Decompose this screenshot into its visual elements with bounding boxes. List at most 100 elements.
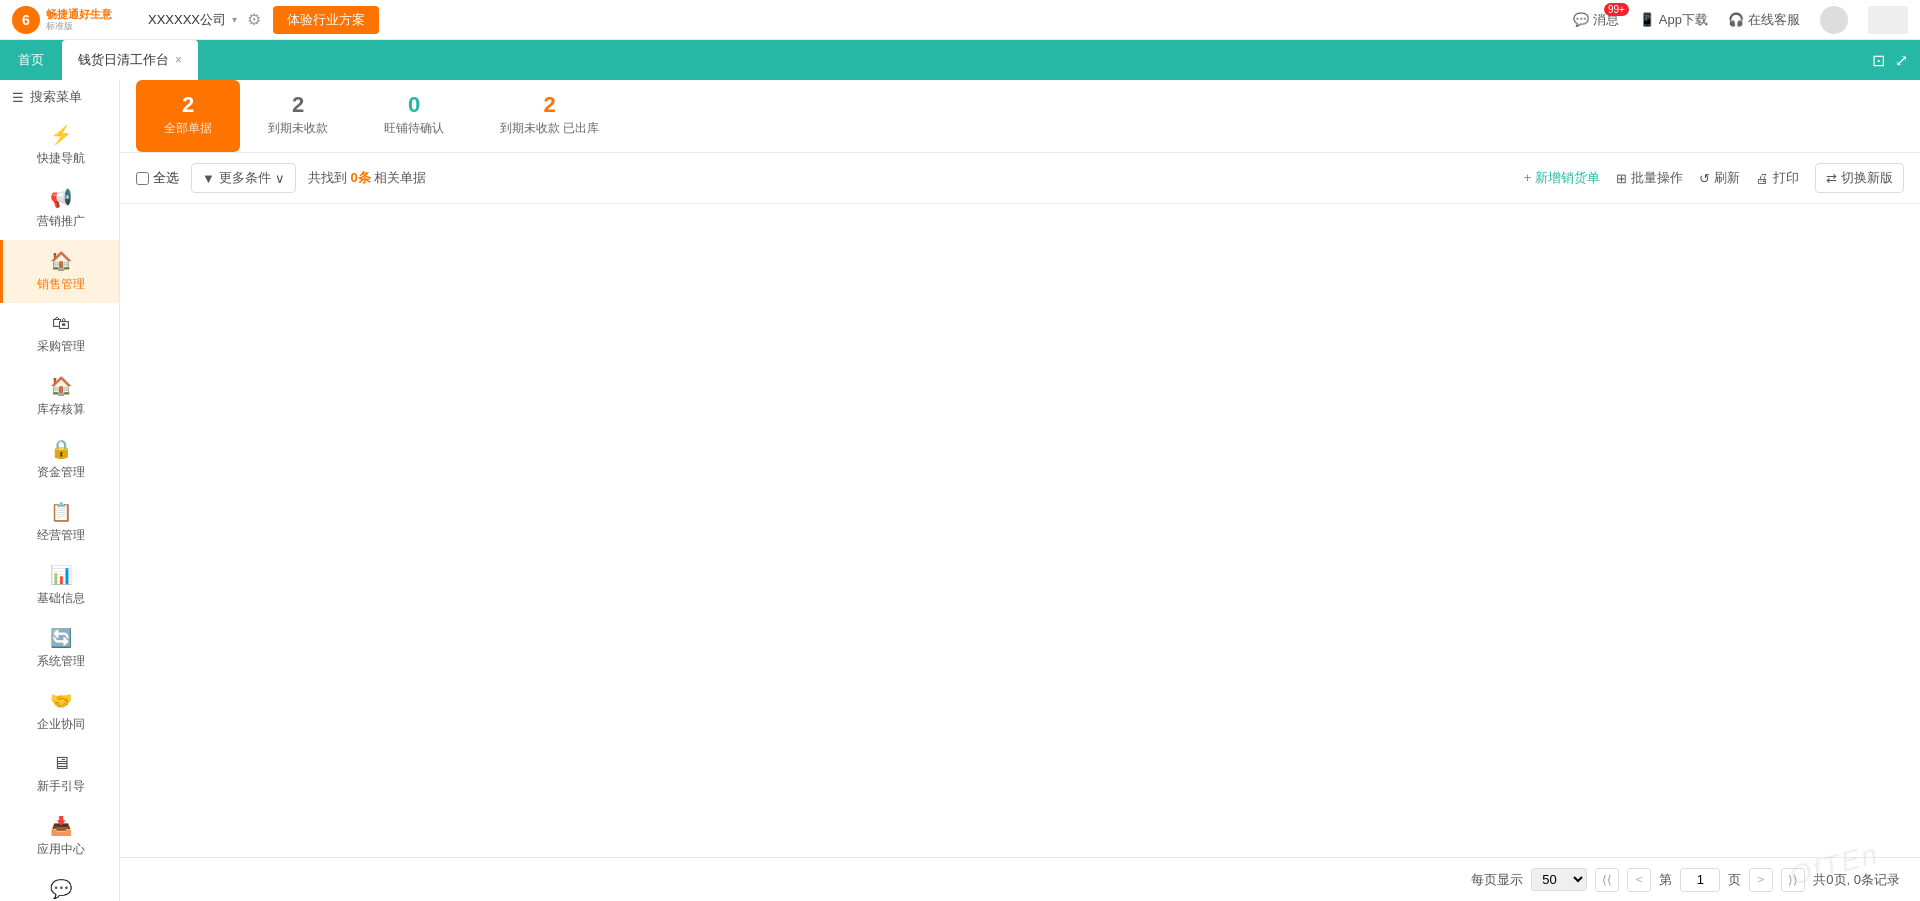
sidebar-item-sales[interactable]: 🏠 销售管理 bbox=[0, 240, 119, 303]
found-prefix: 共找到 bbox=[308, 170, 347, 185]
page-size-select[interactable]: 50 20 100 bbox=[1531, 868, 1587, 891]
last-page-button[interactable]: ⟩⟩ bbox=[1781, 868, 1805, 892]
search-menu-item[interactable]: ☰ 搜索菜单 bbox=[0, 80, 119, 114]
settings-icon[interactable]: ⚙ bbox=[247, 10, 261, 29]
filter-chevron-icon: ∨ bbox=[275, 171, 285, 186]
tab-workbench-label: 钱货日清工作台 bbox=[78, 51, 169, 69]
refresh-label: 刷新 bbox=[1714, 169, 1740, 187]
company-name: XXXXXX公司 bbox=[148, 11, 226, 29]
prev-page-button[interactable]: ＜ bbox=[1627, 868, 1651, 892]
stat-tab-all[interactable]: 2 全部单据 bbox=[136, 80, 240, 152]
switch-icon: ⇄ bbox=[1826, 171, 1837, 186]
filter-button[interactable]: ▼ 更多条件 ∨ bbox=[191, 163, 296, 193]
found-count: 0条 bbox=[351, 170, 371, 185]
table-area bbox=[120, 204, 1920, 857]
sidebar-item-marketing[interactable]: 📢 营销推广 bbox=[0, 177, 119, 240]
sidebar-item-inventory[interactable]: 🏠 库存核算 bbox=[0, 365, 119, 428]
sidebar-item-quick-nav[interactable]: ⚡ 快捷导航 bbox=[0, 114, 119, 177]
search-menu-label: 搜索菜单 bbox=[30, 88, 82, 106]
marketing-label: 营销推广 bbox=[37, 213, 85, 230]
guide-icon: 🖥 bbox=[52, 753, 70, 774]
logo-sub-text: 标准版 bbox=[46, 21, 112, 32]
online-service-label: 在线客服 bbox=[1748, 11, 1800, 29]
select-all-checkbox[interactable] bbox=[136, 172, 149, 185]
enterprise-icon: 🤝 bbox=[50, 690, 72, 712]
online-service-action[interactable]: 🎧 在线客服 bbox=[1728, 11, 1800, 29]
sidebar-item-system[interactable]: 🔄 系统管理 bbox=[0, 617, 119, 680]
message-action[interactable]: 💬 消息 99+ bbox=[1573, 11, 1619, 29]
batch-icon: ⊞ bbox=[1616, 171, 1627, 186]
user-name-area[interactable] bbox=[1868, 6, 1908, 34]
system-icon: 🔄 bbox=[50, 627, 72, 649]
tab-minimize-icon[interactable]: ⊡ bbox=[1872, 51, 1885, 70]
found-suffix: 相关单据 bbox=[374, 170, 426, 185]
first-page-button[interactable]: ⟨⟨ bbox=[1595, 868, 1619, 892]
stat-pending-number: 0 bbox=[408, 92, 420, 118]
top-header: 6 畅捷通好生意 标准版 XXXXXX公司 ▾ ⚙ 体验行业方案 💬 消息 99… bbox=[0, 0, 1920, 40]
stat-all-number: 2 bbox=[182, 92, 194, 118]
sidebar: ☰ 搜索菜单 ⚡ 快捷导航 📢 营销推广 🏠 销售管理 🛍 采购管理 🏠 库存核… bbox=[0, 80, 120, 901]
sidebar-item-basic-info[interactable]: 📊 基础信息 bbox=[0, 554, 119, 617]
basic-info-label: 基础信息 bbox=[37, 590, 85, 607]
stat-tab-pending[interactable]: 0 旺铺待确认 bbox=[356, 80, 472, 152]
refresh-icon: ↺ bbox=[1699, 171, 1710, 186]
next-page-button[interactable]: ＞ bbox=[1749, 868, 1773, 892]
print-button[interactable]: 🖨 打印 bbox=[1756, 169, 1799, 187]
header-right: 💬 消息 99+ 📱 App下载 🎧 在线客服 bbox=[1573, 6, 1908, 34]
sidebar-item-finance[interactable]: 🔒 资金管理 bbox=[0, 428, 119, 491]
app-download-action[interactable]: 📱 App下载 bbox=[1639, 11, 1708, 29]
page-number-input[interactable]: 1 bbox=[1680, 868, 1720, 892]
app-center-label: 应用中心 bbox=[37, 841, 85, 858]
tab-maximize-icon[interactable]: ⤢ bbox=[1895, 51, 1908, 70]
purchase-label: 采购管理 bbox=[37, 338, 85, 355]
tab-close-icon[interactable]: × bbox=[175, 53, 182, 67]
stat-tab-overdue-out[interactable]: 2 到期未收款 已出库 bbox=[472, 80, 627, 152]
purchase-icon: 🛍 bbox=[52, 313, 70, 334]
stat-overdue-out-number: 2 bbox=[544, 92, 556, 118]
toolbar-right: + 新增销货单 ⊞ 批量操作 ↺ 刷新 🖨 打印 ⇄ 切换新版 bbox=[1524, 163, 1904, 193]
search-icon: ☰ bbox=[12, 90, 24, 105]
sidebar-item-wechat[interactable]: 💬 企业微信 bbox=[0, 868, 119, 901]
stat-all-label: 全部单据 bbox=[164, 120, 212, 137]
sales-icon: 🏠 bbox=[50, 250, 72, 272]
guide-label: 新手引导 bbox=[37, 778, 85, 795]
stat-tab-overdue[interactable]: 2 到期未收款 bbox=[240, 80, 356, 152]
select-all-area[interactable]: 全选 bbox=[136, 169, 179, 187]
company-selector[interactable]: XXXXXX公司 ▾ bbox=[148, 11, 237, 29]
switch-version-button[interactable]: ⇄ 切换新版 bbox=[1815, 163, 1904, 193]
filter-label: 更多条件 bbox=[219, 169, 271, 187]
refresh-button[interactable]: ↺ 刷新 bbox=[1699, 169, 1740, 187]
experience-button[interactable]: 体验行业方案 bbox=[273, 6, 379, 34]
wechat-icon: 💬 bbox=[50, 878, 72, 900]
online-service-icon: 🎧 bbox=[1728, 12, 1744, 27]
sidebar-item-operations[interactable]: 📋 经营管理 bbox=[0, 491, 119, 554]
add-sales-order-button[interactable]: + 新增销货单 bbox=[1524, 169, 1600, 187]
sidebar-item-purchase[interactable]: 🛍 采购管理 bbox=[0, 303, 119, 365]
sidebar-item-enterprise[interactable]: 🤝 企业协同 bbox=[0, 680, 119, 743]
sidebar-item-app-center[interactable]: 📥 应用中心 bbox=[0, 805, 119, 868]
sidebar-item-guide[interactable]: 🖥 新手引导 bbox=[0, 743, 119, 805]
page-jump-prefix: 第 bbox=[1659, 871, 1672, 889]
system-label: 系统管理 bbox=[37, 653, 85, 670]
logo-area: 6 畅捷通好生意 标准版 bbox=[12, 6, 132, 34]
print-icon: 🖨 bbox=[1756, 171, 1769, 186]
found-text: 共找到 0条 相关单据 bbox=[308, 169, 426, 187]
total-records-text: 共0页, 0条记录 bbox=[1813, 871, 1900, 889]
batch-label: 批量操作 bbox=[1631, 169, 1683, 187]
user-avatar[interactable] bbox=[1820, 6, 1848, 34]
tab-bar: 首页 钱货日清工作台 × ⊡ ⤢ bbox=[0, 40, 1920, 80]
select-all-label: 全选 bbox=[153, 169, 179, 187]
logo-icon: 6 bbox=[12, 6, 40, 34]
enterprise-label: 企业协同 bbox=[37, 716, 85, 733]
message-badge: 99+ bbox=[1604, 3, 1629, 16]
inventory-icon: 🏠 bbox=[50, 375, 72, 397]
stats-tabs: 2 全部单据 2 到期未收款 0 旺铺待确认 2 到期未收款 已出库 bbox=[120, 80, 1920, 153]
tab-home[interactable]: 首页 bbox=[0, 40, 62, 80]
page-label: 页 bbox=[1728, 871, 1741, 889]
sales-label: 销售管理 bbox=[37, 276, 85, 293]
batch-operation-button[interactable]: ⊞ 批量操作 bbox=[1616, 169, 1683, 187]
pagination: 每页显示 50 20 100 ⟨⟨ ＜ 第 1 页 ＞ ⟩⟩ 共0页, 0条记录 bbox=[120, 857, 1920, 901]
app-download-label: App下载 bbox=[1659, 11, 1708, 29]
marketing-icon: 📢 bbox=[50, 187, 72, 209]
tab-workbench[interactable]: 钱货日清工作台 × bbox=[62, 40, 198, 80]
